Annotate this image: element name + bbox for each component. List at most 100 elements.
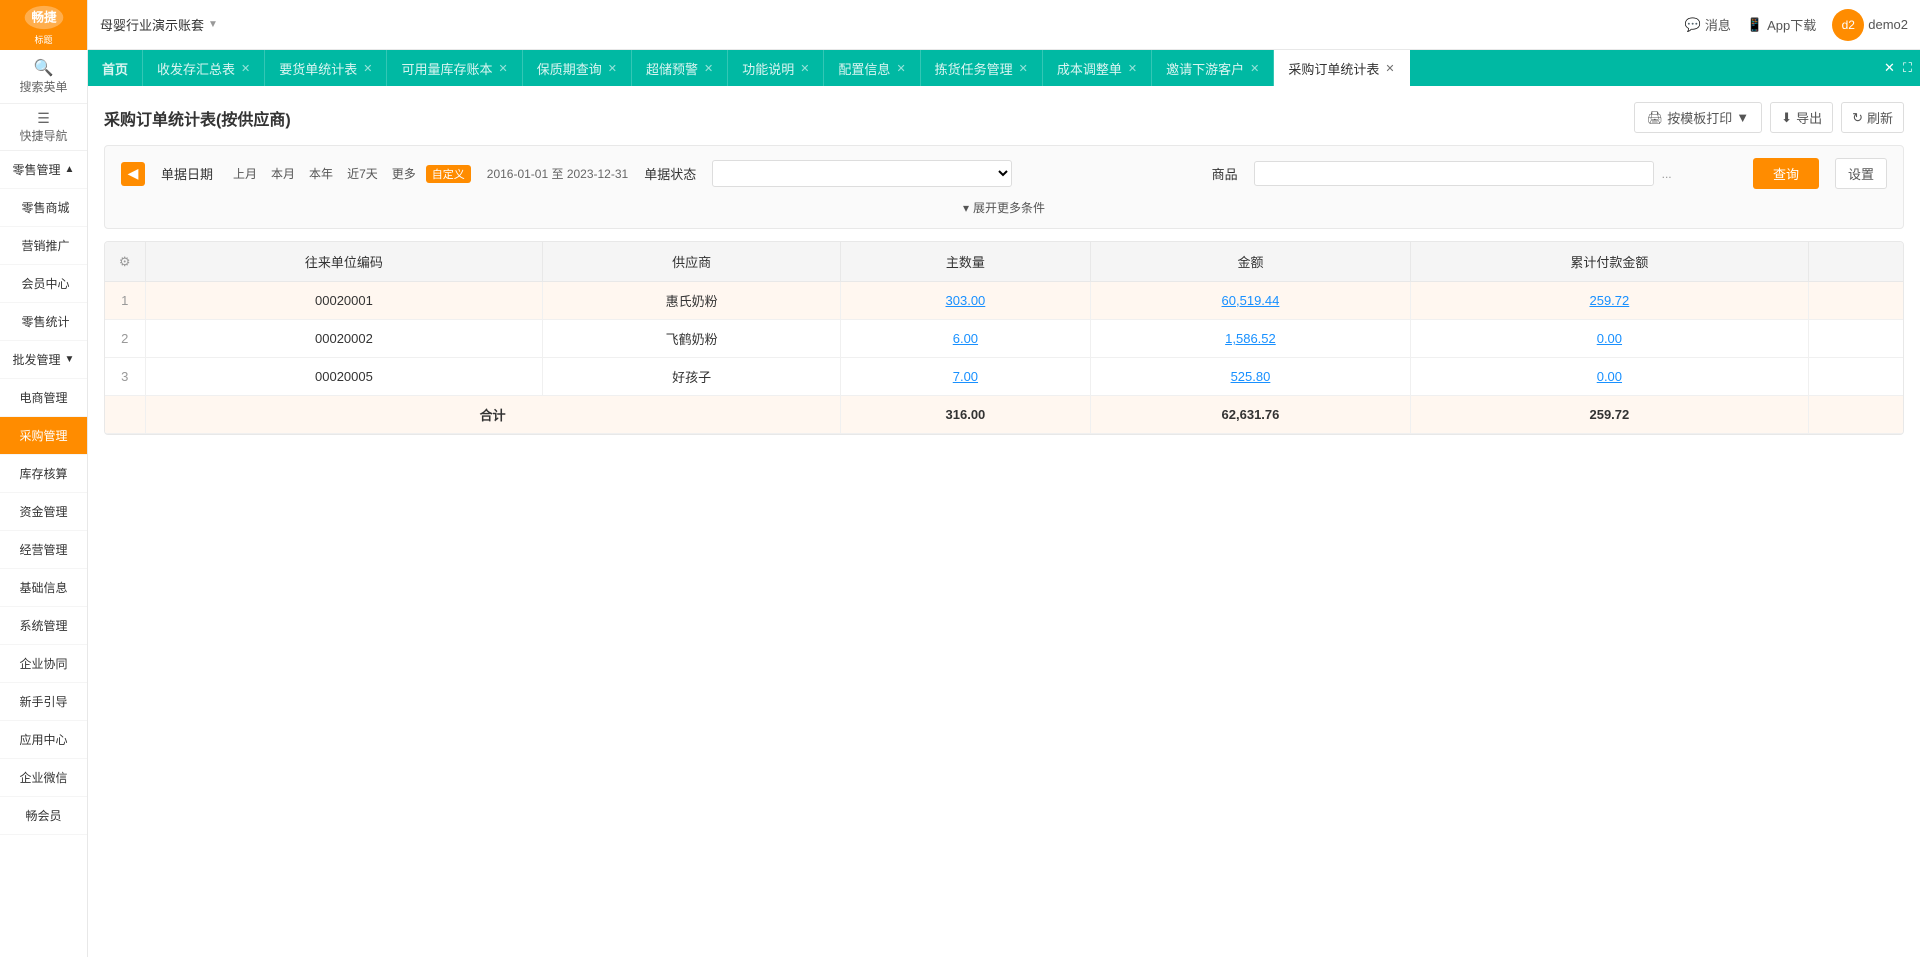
col-extra [1808,242,1903,282]
query-button[interactable]: 查询 [1753,158,1819,189]
row-seq: 1 [105,282,145,320]
column-settings-icon[interactable]: ⚙ [119,254,131,269]
sidebar-item-search[interactable]: 🔍 搜索英单 [0,50,87,104]
tab-close-icon[interactable]: ✕ [704,62,713,75]
date-shortcut-this-year[interactable]: 本年 [305,164,337,183]
tab-config-info[interactable]: 配置信息 ✕ [824,50,920,86]
tab-bar-actions: ✕ ⛶ [1876,60,1920,76]
goods-more-icon[interactable]: ... [1662,167,1672,181]
row-supplier: 好孩子 [543,358,840,396]
row-paid[interactable]: 0.00 [1410,358,1808,396]
tab-pick-task[interactable]: 拣货任务管理 ✕ [921,50,1043,86]
tab-close-icon[interactable]: ✕ [363,62,372,75]
tab-available-stock[interactable]: 可用量库存账本 ✕ [387,50,522,86]
user-profile[interactable]: d2 demo2 [1832,9,1908,41]
row-paid[interactable]: 259.72 [1410,282,1808,320]
message-icon: 💬 [1685,17,1701,33]
sidebar-item-finance[interactable]: 资金管理 [0,493,87,531]
tab-expand-icon[interactable]: ⛶ [1903,60,1912,76]
sidebar-item-purchase[interactable]: 采购管理 [0,417,87,455]
tab-close-icon[interactable]: ✕ [1019,62,1028,75]
sidebar-item-wholesale[interactable]: 批发管理 ▼ [0,341,87,379]
sidebar-item-guide[interactable]: 新手引导 [0,683,87,721]
export-button[interactable]: ⬇ 导出 [1770,102,1833,133]
date-shortcut-7days[interactable]: 近7天 [343,164,382,183]
goods-input-wrap: ... [1254,161,1737,186]
tab-invite-downstream-label: 邀请下游客户 [1166,59,1244,78]
row-paid[interactable]: 0.00 [1410,320,1808,358]
tab-close-icon[interactable]: ✕ [1128,62,1137,75]
sidebar-item-system[interactable]: 系统管理 [0,607,87,645]
date-shortcut-this-month[interactable]: 本月 [267,164,299,183]
tab-home[interactable]: 首页 [88,50,143,86]
sidebar-item-member[interactable]: 会员中心 [0,265,87,303]
top-header: 母婴行业演示账套 ▼ 💬 消息 📱 App下载 d2 demo2 [88,0,1920,50]
row-amount[interactable]: 60,519.44 [1090,282,1410,320]
status-select[interactable] [712,160,1012,187]
sidebar-item-quick-nav[interactable]: ☰ 快捷导航 [0,104,87,151]
tab-purchase-stats[interactable]: 采购订单统计表 ✕ [1274,50,1409,86]
row-code: 00020005 [145,358,543,396]
row-qty[interactable]: 7.00 [840,358,1090,396]
tab-config-info-label: 配置信息 [838,59,890,78]
sidebar-item-operation[interactable]: 经营管理 [0,531,87,569]
sidebar-item-retail-mall[interactable]: 零售商城 [0,189,87,227]
tab-close-icon[interactable]: ✕ [896,62,905,75]
row-seq: 3 [105,358,145,396]
sidebar-item-vip[interactable]: 畅会员 [0,797,87,835]
filter-toggle-button[interactable]: ◀ [121,162,145,186]
tab-goods-stats-label: 要货单统计表 [279,59,357,78]
row-qty[interactable]: 6.00 [840,320,1090,358]
tab-receive-summary[interactable]: 收发存汇总表 ✕ [143,50,265,86]
tab-goods-stats[interactable]: 要货单统计表 ✕ [265,50,387,86]
date-shortcut-more[interactable]: 更多 [388,164,420,183]
sidebar-item-marketing[interactable]: 营销推广 [0,227,87,265]
sidebar-item-inventory[interactable]: 库存核算 [0,455,87,493]
tab-invite-downstream[interactable]: 邀请下游客户 ✕ [1152,50,1274,86]
sidebar-item-retail[interactable]: 零售管理 ▲ [0,151,87,189]
tab-available-stock-label: 可用量库存账本 [401,59,492,78]
expand-more-button[interactable]: ▾ 展开更多条件 [963,199,1045,216]
sidebar-item-enterprise[interactable]: 企业协同 [0,645,87,683]
col-amount: 金额 [1090,242,1410,282]
sidebar: 畅捷 标题 🔍 搜索英单 ☰ 快捷导航 零售管理 ▲ 零售商城 营销推广 会员中… [0,0,88,957]
date-shortcut-last-month[interactable]: 上月 [229,164,261,183]
tab-pick-task-label: 拣货任务管理 [935,59,1013,78]
sidebar-item-ecommerce[interactable]: 电商管理 [0,379,87,417]
tab-close-icon[interactable]: ✕ [499,62,508,75]
tab-close-icon[interactable]: ✕ [1385,62,1394,75]
sidebar-item-app-center[interactable]: 应用中心 [0,721,87,759]
sidebar-item-retail-stats[interactable]: 零售统计 [0,303,87,341]
workspace-selector[interactable]: 母婴行业演示账套 ▼ [100,15,218,34]
row-amount[interactable]: 525.80 [1090,358,1410,396]
main-wrap: 母婴行业演示账套 ▼ 💬 消息 📱 App下载 d2 demo2 首页 [88,0,1920,957]
tab-close-icon[interactable]: ✕ [608,62,617,75]
app-download-button[interactable]: 📱 App下载 [1747,15,1816,34]
refresh-button[interactable]: ↻ 刷新 [1841,102,1904,133]
tab-close-all-icon[interactable]: ✕ [1884,60,1895,76]
tab-close-icon[interactable]: ✕ [241,62,250,75]
row-qty[interactable]: 303.00 [840,282,1090,320]
footer-extra [1808,396,1903,434]
export-icon: ⬇ [1781,110,1792,126]
tab-close-icon[interactable]: ✕ [1250,62,1259,75]
tab-cost-adjust-label: 成本调整单 [1057,59,1122,78]
status-filter-label: 单据状态 [644,164,696,183]
tab-overstock-warning[interactable]: 超储预警 ✕ [632,50,728,86]
date-custom-badge[interactable]: 自定义 [426,165,471,183]
message-button[interactable]: 💬 消息 [1685,15,1731,34]
date-shortcuts: 上月 本月 本年 近7天 更多 自定义 [229,164,471,183]
tab-cost-adjust[interactable]: 成本调整单 ✕ [1043,50,1152,86]
goods-input[interactable] [1254,161,1654,186]
settings-button[interactable]: 设置 [1835,158,1887,189]
sidebar-item-basic[interactable]: 基础信息 [0,569,87,607]
tab-expiry-query[interactable]: 保质期查询 ✕ [523,50,632,86]
template-print-button[interactable]: 🖨 按模板打印 ▼ [1634,102,1762,133]
svg-text:畅捷: 畅捷 [31,9,57,24]
tab-function-desc[interactable]: 功能说明 ✕ [728,50,824,86]
tab-close-icon[interactable]: ✕ [800,62,809,75]
tab-purchase-stats-label: 采购订单统计表 [1288,59,1379,78]
filter-toggle-icon: ◀ [128,165,139,182]
sidebar-item-wechat[interactable]: 企业微信 [0,759,87,797]
row-amount[interactable]: 1,586.52 [1090,320,1410,358]
